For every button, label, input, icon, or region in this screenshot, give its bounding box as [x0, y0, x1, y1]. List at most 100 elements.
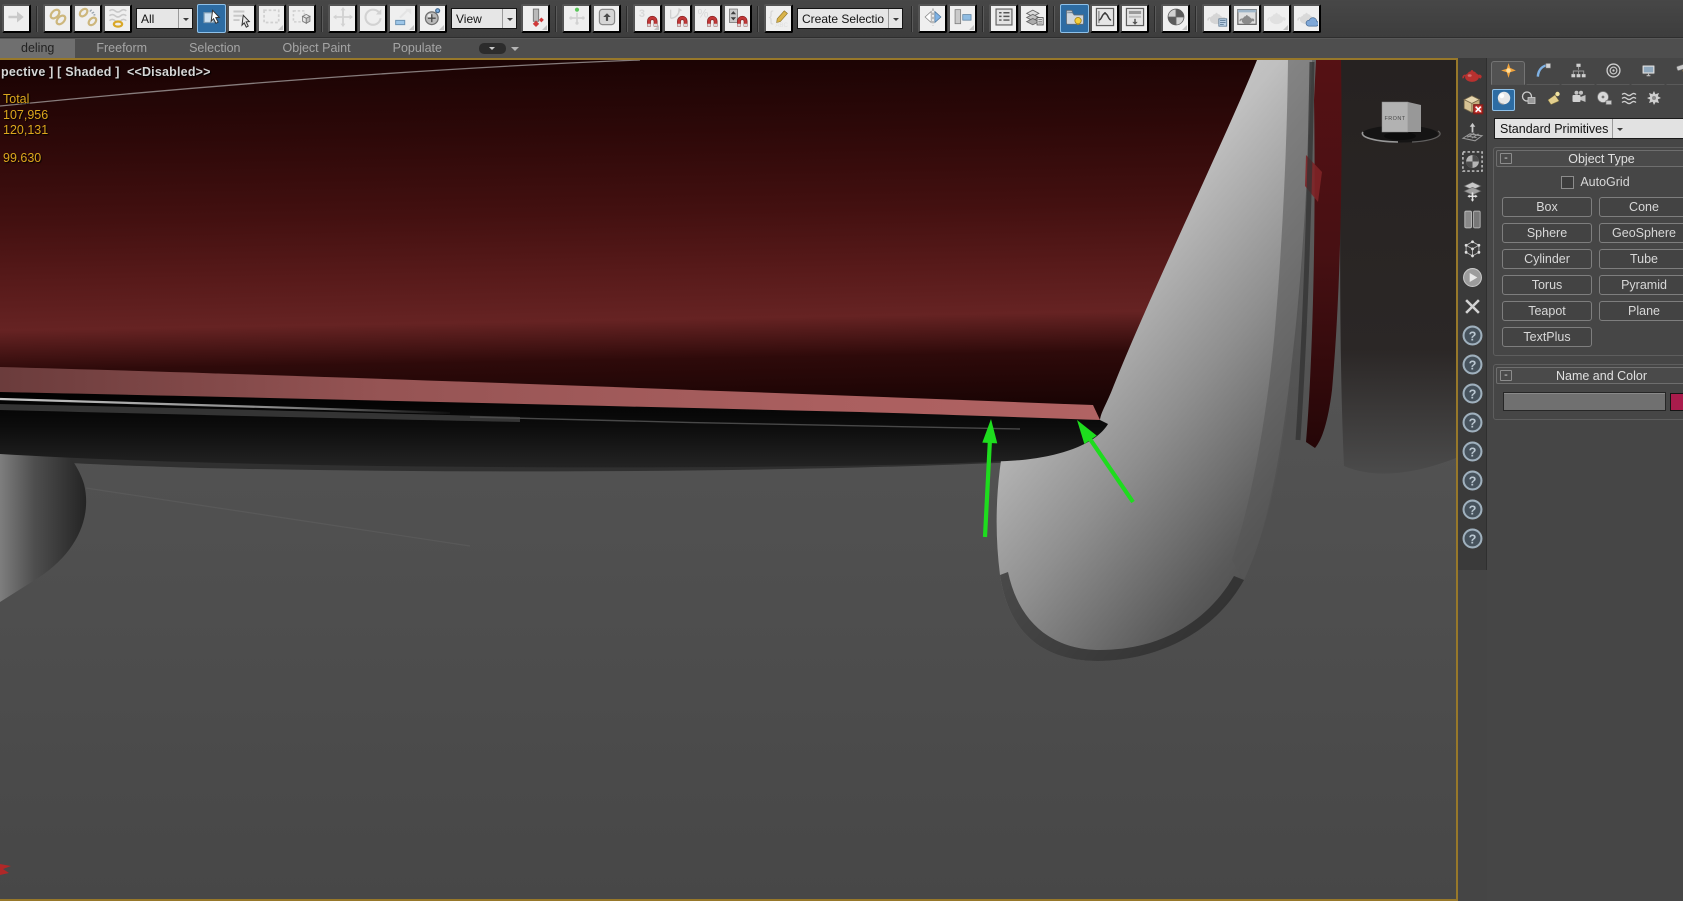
tab-create[interactable]	[1491, 61, 1525, 85]
rectangular-selection-region-button[interactable]	[257, 4, 286, 33]
subtab-shapes[interactable]	[1517, 89, 1540, 111]
help-button[interactable]: ?	[1458, 527, 1486, 553]
primitive-button-sphere[interactable]: Sphere	[1502, 223, 1592, 243]
subtab-lights[interactable]	[1542, 89, 1565, 111]
primitive-button-pyramid[interactable]: Pyramid	[1599, 275, 1683, 295]
collapse-icon[interactable]: -	[1500, 370, 1512, 381]
use-pivot-point-center-button[interactable]	[521, 4, 550, 33]
toggle-scene-explorer-button[interactable]	[989, 4, 1018, 33]
render-production-button[interactable]	[1262, 4, 1291, 33]
edit-named-selection-sets-button[interactable]: {ABC	[764, 4, 793, 33]
window-crossing-button[interactable]	[287, 4, 316, 33]
subtab-systems[interactable]	[1642, 89, 1665, 111]
reference-coordinate-system-dropdown[interactable]: View	[451, 8, 517, 29]
primitive-button-box[interactable]: Box	[1502, 197, 1592, 217]
help-button[interactable]: ?	[1458, 382, 1486, 408]
chevron-down-icon[interactable]	[1612, 119, 1626, 138]
ribbon-tab-freeform[interactable]: Freeform	[75, 39, 168, 58]
primitive-button-plane[interactable]: Plane	[1599, 301, 1683, 321]
perspective-viewport[interactable]: FRONT pective ] [ Shaded ] <<Disabled>> …	[0, 58, 1458, 901]
primitive-category-dropdown[interactable]: Standard Primitives	[1494, 118, 1683, 139]
schematic-view-button[interactable]	[1120, 4, 1149, 33]
ribbon-minimize-icon[interactable]	[478, 43, 506, 54]
subtab-cameras[interactable]	[1567, 89, 1590, 111]
primitive-button-tube[interactable]: Tube	[1599, 249, 1683, 269]
redo-button[interactable]	[2, 4, 31, 33]
panels-button[interactable]	[1458, 208, 1486, 234]
curve-editor-button[interactable]	[1090, 4, 1119, 33]
keyboard-shortcut-override-button[interactable]	[592, 4, 621, 33]
selection-filter-dropdown[interactable]: All	[136, 8, 193, 29]
chevron-down-icon[interactable]	[502, 9, 516, 28]
primitive-button-torus[interactable]: Torus	[1502, 275, 1592, 295]
select-object-button[interactable]	[197, 4, 226, 33]
select-and-place-button[interactable]	[418, 4, 447, 33]
box-delete-button[interactable]	[1458, 92, 1486, 118]
object-type-rollout-header[interactable]: - Object Type	[1496, 150, 1683, 167]
autogrid-checkbox[interactable]	[1561, 175, 1575, 189]
chevron-down-icon[interactable]	[510, 46, 519, 55]
tab-utilities[interactable]	[1666, 61, 1683, 85]
primitive-button-cone[interactable]: Cone	[1599, 197, 1683, 217]
ribbon-tab-selection[interactable]: Selection	[168, 39, 261, 58]
rendered-frame-window-button[interactable]	[1232, 4, 1261, 33]
select-by-name-button[interactable]	[227, 4, 256, 33]
material-editor-button[interactable]	[1161, 4, 1190, 33]
select-and-manipulate-button[interactable]	[562, 4, 591, 33]
help-button[interactable]: ?	[1458, 498, 1486, 524]
render-setup-button[interactable]	[1202, 4, 1231, 33]
name-color-rollout-header[interactable]: - Name and Color	[1496, 367, 1683, 384]
object-color-swatch[interactable]	[1670, 392, 1683, 411]
subtab-helpers[interactable]	[1592, 89, 1615, 111]
select-and-move-button[interactable]	[328, 4, 357, 33]
select-and-link-button[interactable]	[43, 4, 72, 33]
mirror-button[interactable]	[918, 4, 947, 33]
chevron-down-icon[interactable]	[178, 9, 192, 28]
stats-value-1: 107,956	[3, 107, 49, 122]
named-selection-sets-dropdown[interactable]: Create Selection Se	[797, 8, 903, 29]
help-button[interactable]: ?	[1458, 440, 1486, 466]
angle-snap-button[interactable]	[663, 4, 692, 33]
grid-arrow-button[interactable]	[1458, 121, 1486, 147]
lattice-cube-button[interactable]	[1458, 237, 1486, 263]
toggle-layer-explorer-button[interactable]	[1019, 4, 1048, 33]
layer-move-button[interactable]	[1458, 179, 1486, 205]
ribbon-tab-object-paint[interactable]: Object Paint	[262, 39, 372, 58]
render-in-cloud-button[interactable]	[1292, 4, 1321, 33]
help-button[interactable]: ?	[1458, 469, 1486, 495]
select-and-rotate-button[interactable]	[358, 4, 387, 33]
close-toolbar-button[interactable]	[1458, 295, 1486, 321]
help-button[interactable]: ?	[1458, 411, 1486, 437]
viewport-label[interactable]: pective ] [ Shaded ] <<Disabled>>	[1, 65, 211, 79]
play-button[interactable]	[1458, 266, 1486, 292]
tab-modify[interactable]	[1526, 61, 1560, 85]
align-button[interactable]	[948, 4, 977, 33]
primitive-button-cylinder[interactable]: Cylinder	[1502, 249, 1592, 269]
subtab-geometry[interactable]	[1492, 89, 1515, 111]
tab-motion[interactable]	[1596, 61, 1630, 85]
collapse-icon[interactable]: -	[1500, 153, 1512, 164]
select-and-scale-button[interactable]	[388, 4, 417, 33]
chevron-down-icon[interactable]	[888, 9, 902, 28]
checker-select-button[interactable]	[1458, 150, 1486, 176]
ribbon-tab-populate[interactable]: Populate	[372, 39, 463, 58]
help-button[interactable]: ?	[1458, 324, 1486, 350]
tab-display[interactable]	[1631, 61, 1665, 85]
subtab-space-warps[interactable]	[1617, 89, 1640, 111]
spinner-snap-button[interactable]	[723, 4, 752, 33]
snaps-toggle-button[interactable]: 3	[633, 4, 662, 33]
primitive-button-textplus[interactable]: TextPlus	[1502, 327, 1592, 347]
bind-to-space-warp-button[interactable]	[103, 4, 132, 33]
unlink-selection-button[interactable]	[73, 4, 102, 33]
percent-snap-button[interactable]: %	[693, 4, 722, 33]
toggle-ribbon-button[interactable]	[1060, 4, 1089, 33]
ribbon-collapse-control[interactable]	[478, 39, 519, 58]
help-button[interactable]: ?	[1458, 353, 1486, 379]
tab-hierarchy[interactable]	[1561, 61, 1595, 85]
teapot-button[interactable]	[1458, 63, 1486, 89]
object-name-input[interactable]	[1503, 392, 1666, 411]
ribbon-tab-deling[interactable]: deling	[0, 39, 76, 58]
viewcube-side-face[interactable]	[1408, 102, 1421, 132]
primitive-button-geosphere[interactable]: GeoSphere	[1599, 223, 1683, 243]
primitive-button-teapot[interactable]: Teapot	[1502, 301, 1592, 321]
